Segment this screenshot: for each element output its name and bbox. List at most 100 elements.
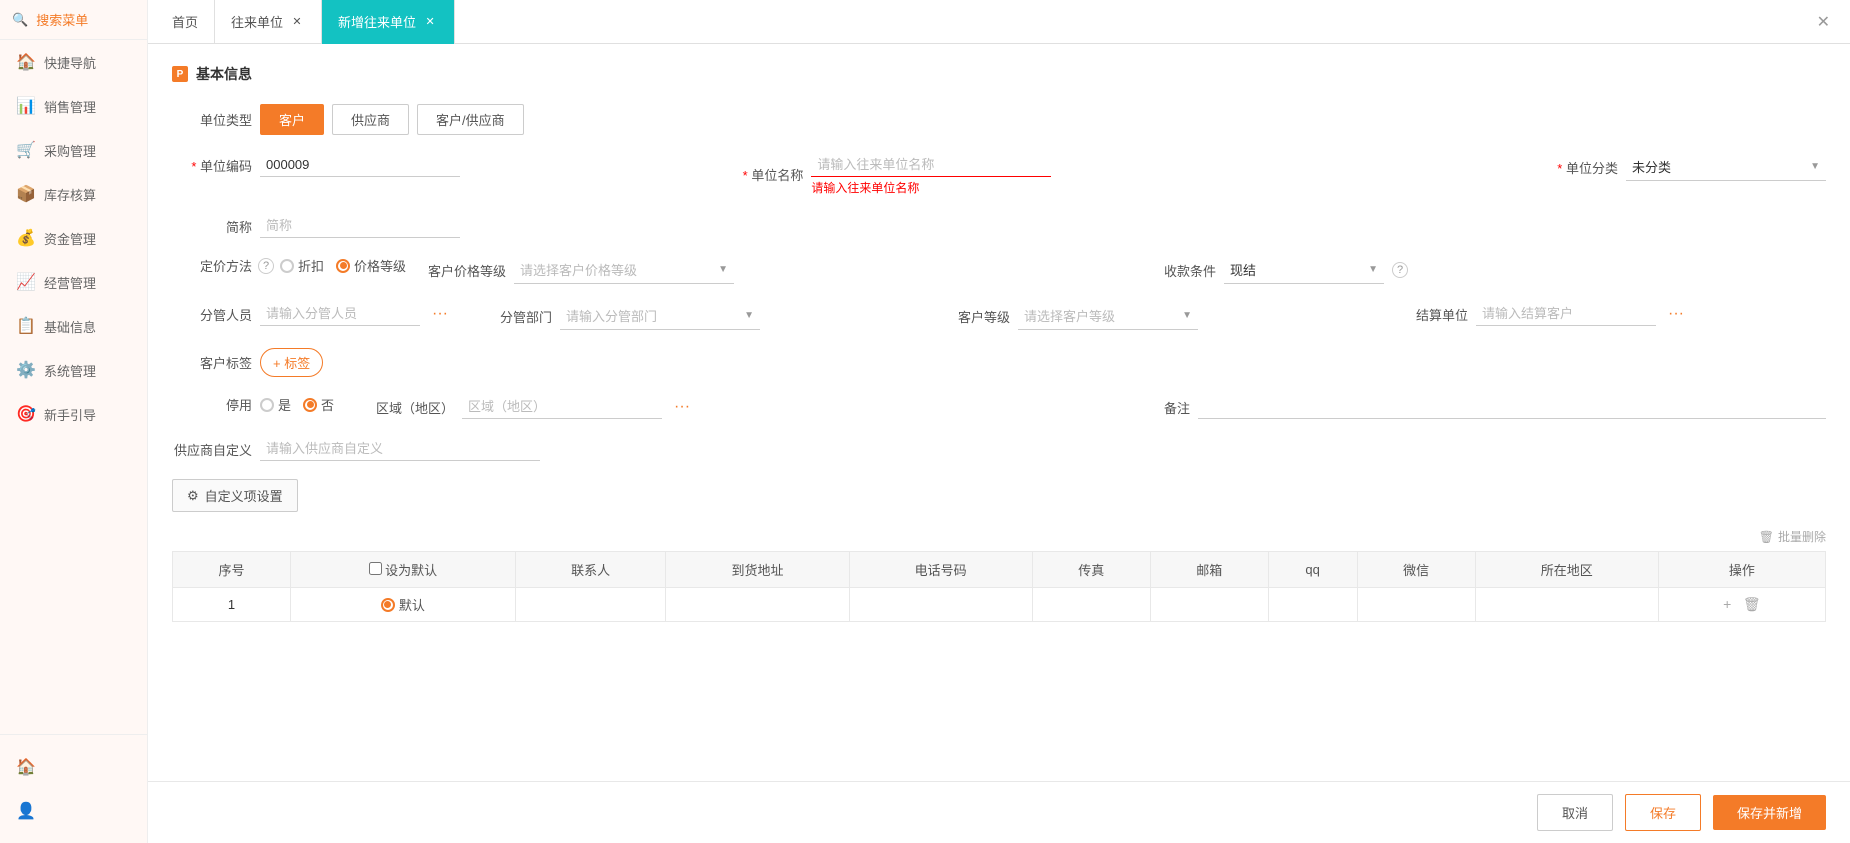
- unit-name-input[interactable]: [811, 153, 1051, 177]
- disable-yes-option[interactable]: 是: [260, 395, 291, 414]
- payment-terms-select[interactable]: 现结 ▼: [1224, 256, 1384, 284]
- sidebar: 🔍 搜索菜单 🏠快捷导航 📊 销售管理 🛒 采购管理 📦库存核算💰资金管理📈经营管理📋基础…: [0, 0, 148, 843]
- sidebar-item-operations[interactable]: 📈经营管理: [0, 260, 147, 304]
- region-label: 区域（地区）: [374, 398, 454, 417]
- manager-input[interactable]: [260, 302, 420, 326]
- tab-close-counterparty[interactable]: ✕: [289, 14, 305, 30]
- sidebar-item-bottom-2[interactable]: 👤: [0, 789, 147, 833]
- purchase-icon: 🛒: [16, 140, 36, 160]
- unit-category-select[interactable]: 未分类 ▼: [1626, 153, 1826, 181]
- settlement-input[interactable]: [1476, 302, 1656, 326]
- disable-row: 停用 是 否 区域（地区） ··· 备注: [172, 395, 1826, 419]
- batch-delete-label: 批量删除: [1778, 528, 1826, 545]
- tag-field: 客户标签 + 标签: [172, 348, 1826, 377]
- region-more-btn[interactable]: ···: [670, 398, 694, 416]
- payment-terms-value: 现结: [1230, 260, 1256, 279]
- customer-level-placeholder: 请选择客户等级: [1024, 306, 1115, 325]
- pricing-discount-radio[interactable]: [280, 259, 294, 273]
- col-header-8: 微信: [1357, 552, 1475, 588]
- custom-settings-btn[interactable]: ⚙ 自定义项设置: [172, 479, 298, 512]
- tab-close-new-counterparty[interactable]: ✕: [422, 14, 438, 30]
- pricing-discount-option[interactable]: 折扣: [280, 256, 324, 275]
- remarks-input[interactable]: [1198, 395, 1826, 419]
- cancel-button[interactable]: 取消: [1537, 794, 1613, 831]
- supplier-custom-input[interactable]: [260, 437, 540, 461]
- tab-home[interactable]: 首页: [156, 0, 215, 44]
- disable-yes-label: 是: [278, 395, 291, 414]
- unit-type-customer-btn[interactable]: 客户: [260, 104, 324, 135]
- sidebar-item-purchase[interactable]: 🛒 采购管理: [0, 128, 147, 172]
- unit-name-error: 请输入往来单位名称: [811, 179, 1051, 196]
- default-radio[interactable]: [381, 598, 395, 612]
- section-icon: P: [172, 66, 188, 82]
- sales-icon: 📊: [16, 96, 36, 116]
- sidebar-bottom: 🏠 👤: [0, 734, 147, 843]
- custom-settings-label: 自定义项设置: [205, 486, 283, 505]
- batch-delete-area[interactable]: 🗑 批量删除: [172, 528, 1826, 545]
- department-select[interactable]: 请输入分管部门 ▼: [560, 302, 760, 330]
- short-name-input[interactable]: [260, 214, 460, 238]
- sidebar-item-system[interactable]: ⚙️系统管理: [0, 348, 147, 392]
- sidebar-item-basic[interactable]: 📋基础信息: [0, 304, 147, 348]
- sidebar-item-finance[interactable]: 💰资金管理: [0, 216, 147, 260]
- col-header-6: 邮箱: [1150, 552, 1268, 588]
- disable-field: 停用 是 否: [172, 395, 334, 414]
- payment-help-icon[interactable]: ?: [1392, 262, 1408, 278]
- save-new-button[interactable]: 保存并新增: [1713, 795, 1826, 830]
- manager-label: 分管人员: [172, 305, 252, 324]
- sidebar-item-bottom-1[interactable]: 🏠: [0, 745, 147, 789]
- pricing-help-icon[interactable]: ?: [258, 258, 274, 274]
- col-header-10: 操作: [1658, 552, 1825, 588]
- select-all-checkbox[interactable]: [369, 562, 382, 575]
- unit-type-group: 客户供应商客户/供应商: [260, 104, 524, 135]
- sidebar-item-inventory[interactable]: 📦库存核算: [0, 172, 147, 216]
- manager-more-btn[interactable]: ···: [428, 305, 452, 323]
- search-icon: 🔍: [12, 12, 28, 28]
- sidebar-item-label: 采购管理: [44, 141, 96, 160]
- customer-price-select[interactable]: 请选择客户价格等级 ▼: [514, 256, 734, 284]
- disable-no-radio[interactable]: [303, 398, 317, 412]
- table-header-row: 序号 设为默认联系人到货地址电话号码传真邮箱qq微信所在地区操作: [173, 552, 1826, 588]
- disable-no-option[interactable]: 否: [303, 395, 334, 414]
- save-button[interactable]: 保存: [1625, 794, 1701, 831]
- tab-label: 首页: [172, 12, 198, 31]
- table-row: 1 默认 + 🗑: [173, 588, 1826, 622]
- disable-yes-radio[interactable]: [260, 398, 274, 412]
- add-row-btn[interactable]: +: [1719, 594, 1735, 614]
- row-email: [1150, 588, 1268, 622]
- supplier-custom-field: 供应商自定义: [172, 437, 1826, 461]
- unit-name-wrapper: 请输入往来单位名称: [811, 153, 1051, 196]
- sidebar-item-guide[interactable]: 🎯新手引导: [0, 392, 147, 436]
- finance-icon: 💰: [16, 228, 36, 248]
- sidebar-item-label: 基础信息: [44, 317, 96, 336]
- disable-no-label: 否: [321, 395, 334, 414]
- chevron-down-icon-2: ▼: [718, 264, 728, 275]
- pricing-level-option[interactable]: 价格等级: [336, 256, 406, 275]
- customer-level-field: 客户等级 请选择客户等级 ▼: [910, 302, 1368, 330]
- contacts-table: 序号 设为默认联系人到货地址电话号码传真邮箱qq微信所在地区操作 1 默认 + …: [172, 551, 1826, 622]
- sidebar-item-sales[interactable]: 📊 销售管理: [0, 84, 147, 128]
- tab-counterparty[interactable]: 往来单位✕: [215, 0, 322, 44]
- settlement-more-btn[interactable]: ···: [1664, 305, 1688, 323]
- customer-level-select[interactable]: 请选择客户等级 ▼: [1018, 302, 1198, 330]
- row-index: 1: [173, 588, 291, 622]
- unit-code-input[interactable]: [260, 153, 460, 177]
- region-input[interactable]: [462, 395, 662, 419]
- sidebar-item-quick-nav[interactable]: 🏠快捷导航: [0, 40, 147, 84]
- row-qq: [1268, 588, 1357, 622]
- unit-category-value: 未分类: [1632, 157, 1671, 176]
- search-menu[interactable]: 🔍 搜索菜单: [0, 0, 147, 40]
- delete-row-btn[interactable]: 🗑: [1739, 594, 1765, 615]
- unit-type-supplier-btn[interactable]: 供应商: [332, 104, 409, 135]
- close-all-tabs[interactable]: ✕: [1805, 12, 1842, 32]
- pricing-level-radio[interactable]: [336, 259, 350, 273]
- add-tag-btn[interactable]: + 标签: [260, 348, 323, 377]
- short-name-field: 简称: [172, 214, 1826, 238]
- sidebar-item-label: 销售管理: [44, 97, 96, 116]
- unit-type-both-btn[interactable]: 客户/供应商: [417, 104, 524, 135]
- row-default[interactable]: 默认: [290, 588, 515, 622]
- col-header-3: 到货地址: [666, 552, 849, 588]
- remarks-label: 备注: [1110, 398, 1190, 417]
- col-header-4: 电话号码: [849, 552, 1032, 588]
- tab-new-counterparty[interactable]: 新增往来单位✕: [322, 0, 455, 44]
